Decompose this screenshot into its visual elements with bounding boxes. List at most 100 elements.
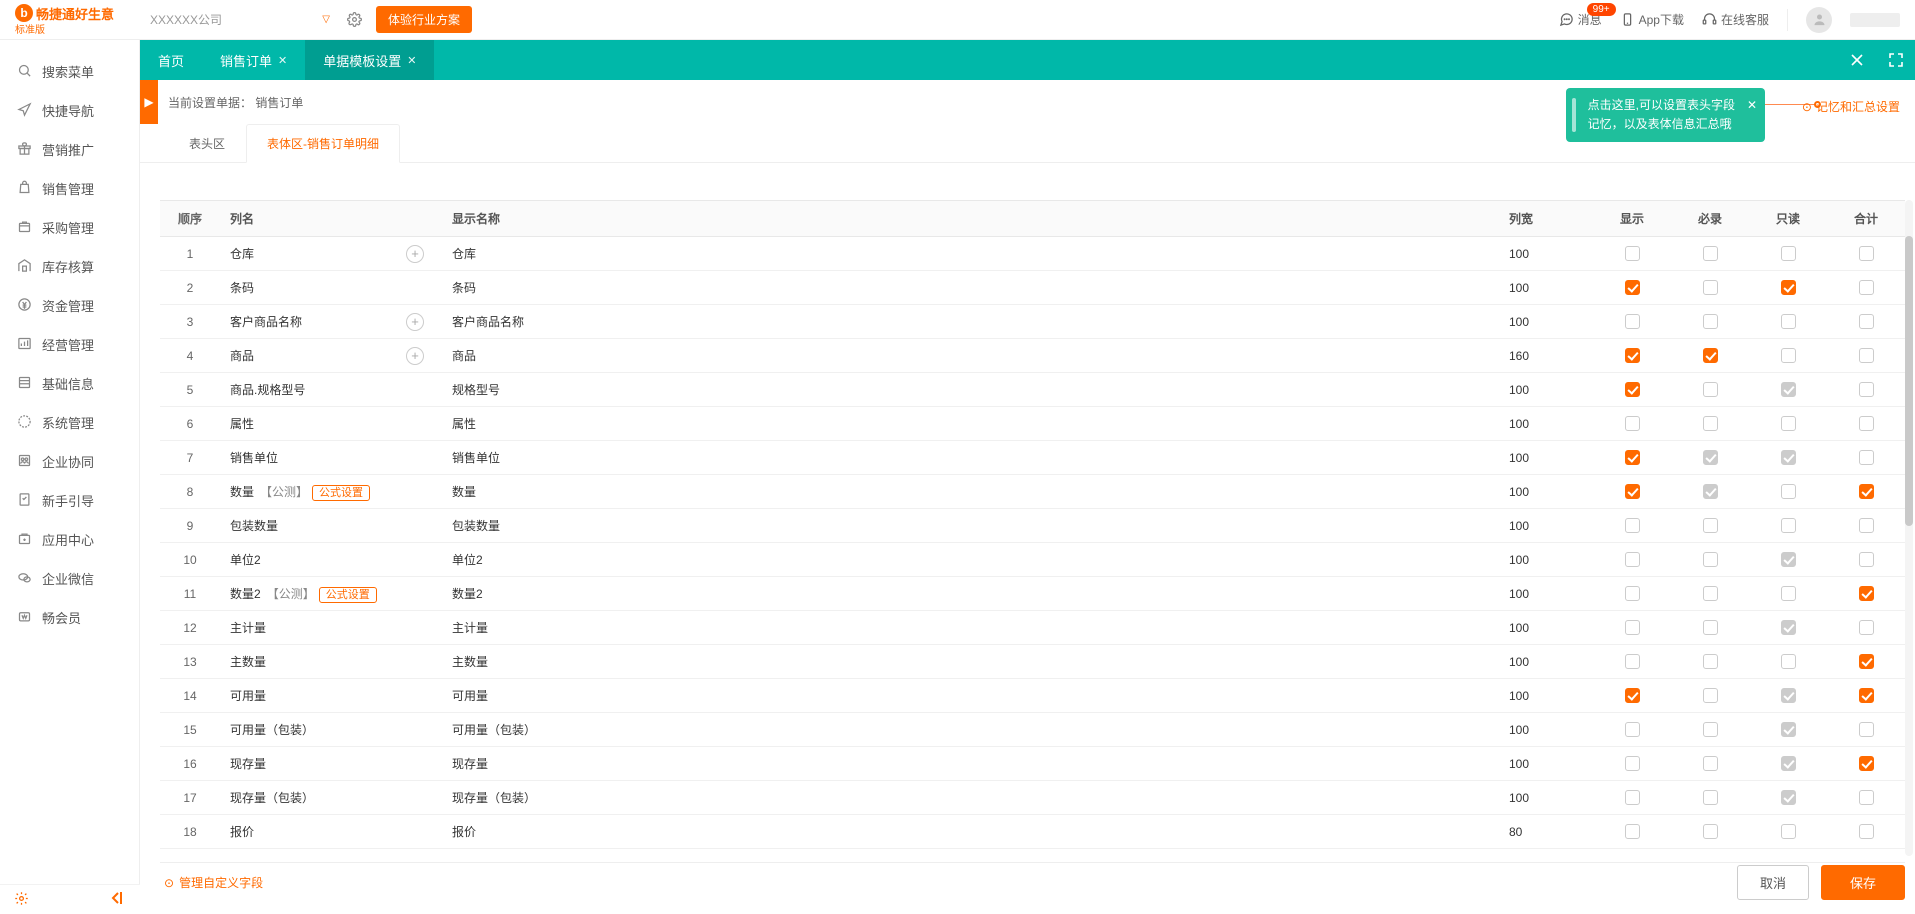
readonly-checkbox[interactable] [1781, 280, 1796, 295]
readonly-checkbox[interactable] [1781, 688, 1796, 703]
col-width[interactable]: 100 [1503, 587, 1593, 601]
sidebar-item-stock[interactable]: 库存核算 [0, 247, 139, 286]
sidebar-item-nav[interactable]: 快捷导航 [0, 91, 139, 130]
fullscreen-icon[interactable] [1877, 53, 1915, 67]
col-width[interactable]: 100 [1503, 485, 1593, 499]
sidebar-item-guide[interactable]: 新手引导 [0, 481, 139, 520]
col-display[interactable]: 规格型号 [440, 381, 1503, 398]
formula-settings-button[interactable]: 公式设置 [319, 587, 377, 603]
col-display[interactable]: 报价 [440, 823, 1503, 840]
add-column-icon[interactable]: + [406, 347, 424, 365]
total-checkbox[interactable] [1859, 314, 1874, 329]
manage-custom-fields-link[interactable]: ⊙ 管理自定义字段 [160, 874, 263, 891]
readonly-checkbox[interactable] [1781, 416, 1796, 431]
sidebar-item-money[interactable]: 资金管理 [0, 286, 139, 325]
total-checkbox[interactable] [1859, 824, 1874, 839]
col-width[interactable]: 100 [1503, 417, 1593, 431]
required-checkbox[interactable] [1703, 382, 1718, 397]
total-checkbox[interactable] [1859, 654, 1874, 669]
col-display[interactable]: 数量 [440, 483, 1503, 500]
required-checkbox[interactable] [1703, 450, 1718, 465]
sidebar-item-team[interactable]: 企业协同 [0, 442, 139, 481]
required-checkbox[interactable] [1703, 620, 1718, 635]
readonly-checkbox[interactable] [1781, 756, 1796, 771]
close-all-tabs-icon[interactable] [1838, 53, 1876, 67]
col-display[interactable]: 数量2 [440, 585, 1503, 602]
total-checkbox[interactable] [1859, 620, 1874, 635]
required-checkbox[interactable] [1703, 586, 1718, 601]
total-checkbox[interactable] [1859, 586, 1874, 601]
show-checkbox[interactable] [1625, 484, 1640, 499]
col-display[interactable]: 商品 [440, 347, 1503, 364]
required-checkbox[interactable] [1703, 688, 1718, 703]
sub-tab[interactable]: 表体区-销售订单明细 [246, 124, 400, 163]
total-checkbox[interactable] [1859, 348, 1874, 363]
col-display[interactable]: 可用量 [440, 687, 1503, 704]
formula-settings-button[interactable]: 公式设置 [312, 485, 370, 501]
gear-icon[interactable] [14, 891, 29, 909]
total-checkbox[interactable] [1859, 688, 1874, 703]
required-checkbox[interactable] [1703, 790, 1718, 805]
col-width[interactable]: 100 [1503, 281, 1593, 295]
readonly-checkbox[interactable] [1781, 314, 1796, 329]
app-download-button[interactable]: App下载 [1620, 11, 1684, 28]
readonly-checkbox[interactable] [1781, 518, 1796, 533]
readonly-checkbox[interactable] [1781, 586, 1796, 601]
readonly-checkbox[interactable] [1781, 824, 1796, 839]
show-checkbox[interactable] [1625, 280, 1640, 295]
show-checkbox[interactable] [1625, 246, 1640, 261]
col-display[interactable]: 主数量 [440, 653, 1503, 670]
col-display[interactable]: 属性 [440, 415, 1503, 432]
add-column-icon[interactable]: + [406, 313, 424, 331]
add-column-icon[interactable]: + [406, 245, 424, 263]
show-checkbox[interactable] [1625, 416, 1640, 431]
close-tooltip-icon[interactable]: ✕ [1747, 96, 1757, 115]
readonly-checkbox[interactable] [1781, 552, 1796, 567]
col-width[interactable]: 100 [1503, 723, 1593, 737]
col-width[interactable]: 100 [1503, 553, 1593, 567]
col-width[interactable]: 100 [1503, 655, 1593, 669]
readonly-checkbox[interactable] [1781, 484, 1796, 499]
total-checkbox[interactable] [1859, 416, 1874, 431]
show-checkbox[interactable] [1625, 620, 1640, 635]
total-checkbox[interactable] [1859, 280, 1874, 295]
show-checkbox[interactable] [1625, 688, 1640, 703]
col-width[interactable]: 80 [1503, 825, 1593, 839]
col-width[interactable]: 100 [1503, 247, 1593, 261]
col-width[interactable]: 160 [1503, 349, 1593, 363]
show-checkbox[interactable] [1625, 314, 1640, 329]
total-checkbox[interactable] [1859, 756, 1874, 771]
required-checkbox[interactable] [1703, 552, 1718, 567]
experience-plan-button[interactable]: 体验行业方案 [376, 6, 472, 33]
readonly-checkbox[interactable] [1781, 620, 1796, 635]
col-display[interactable]: 单位2 [440, 551, 1503, 568]
col-display[interactable]: 销售单位 [440, 449, 1503, 466]
sidebar-item-bag[interactable]: 销售管理 [0, 169, 139, 208]
page-tab[interactable]: 销售订单✕ [202, 40, 305, 80]
show-checkbox[interactable] [1625, 790, 1640, 805]
cancel-button[interactable]: 取消 [1737, 865, 1809, 900]
messages-button[interactable]: 消息 99+ [1559, 11, 1602, 28]
required-checkbox[interactable] [1703, 484, 1718, 499]
avatar-icon[interactable] [1806, 7, 1832, 33]
show-checkbox[interactable] [1625, 586, 1640, 601]
page-tab[interactable]: 单据模板设置✕ [305, 40, 434, 80]
col-width[interactable]: 100 [1503, 451, 1593, 465]
show-checkbox[interactable] [1625, 518, 1640, 533]
sidebar-item-search[interactable]: 搜索菜单 [0, 52, 139, 91]
page-tab[interactable]: 首页 [140, 40, 202, 80]
col-display[interactable]: 包装数量 [440, 517, 1503, 534]
col-display[interactable]: 现存量（包装） [440, 789, 1503, 806]
col-width[interactable]: 100 [1503, 519, 1593, 533]
total-checkbox[interactable] [1859, 246, 1874, 261]
required-checkbox[interactable] [1703, 722, 1718, 737]
readonly-checkbox[interactable] [1781, 382, 1796, 397]
required-checkbox[interactable] [1703, 824, 1718, 839]
col-width[interactable]: 100 [1503, 621, 1593, 635]
show-checkbox[interactable] [1625, 654, 1640, 669]
col-display[interactable]: 客户商品名称 [440, 313, 1503, 330]
col-display[interactable]: 条码 [440, 279, 1503, 296]
col-display[interactable]: 主计量 [440, 619, 1503, 636]
total-checkbox[interactable] [1859, 484, 1874, 499]
scrollbar-thumb[interactable] [1905, 236, 1913, 526]
